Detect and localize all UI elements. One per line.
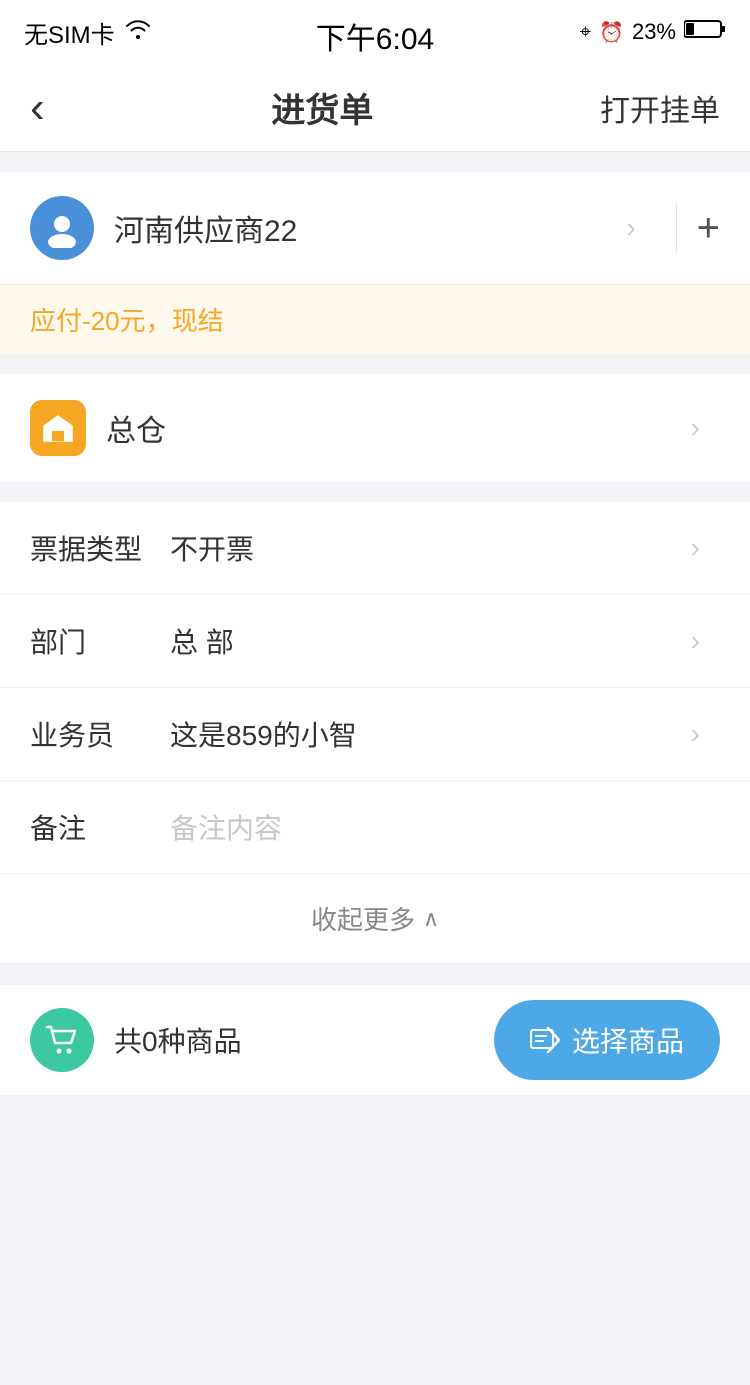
status-bar: 无SIM卡 下午6:04 ⌖ ⏰ 23%: [0, 0, 750, 64]
remark-input[interactable]: 备注内容: [170, 807, 720, 847]
department-row[interactable]: 部门 总 部 ›: [0, 594, 750, 687]
add-supplier-button[interactable]: +: [697, 208, 720, 248]
divider: [676, 203, 677, 253]
supplier-row[interactable]: 河南供应商22 › +: [0, 172, 750, 284]
invoice-value: 不开票: [170, 528, 691, 568]
bottom-bar: 共0种商品 选择商品: [0, 985, 750, 1095]
form-card: 票据类型 不开票 › 部门 总 部 › 业务员 这是859的小智 › 备注 备注…: [0, 502, 750, 963]
battery-percent: 23%: [632, 19, 676, 45]
supplier-notice: 应付-20元，现结: [0, 284, 750, 354]
section-gap-3: [0, 482, 750, 502]
warehouse-card: 总仓 ›: [0, 374, 750, 482]
nav-bar: ‹ 进货单 打开挂单: [0, 64, 750, 152]
status-left: 无SIM卡: [24, 15, 151, 50]
remark-row[interactable]: 备注 备注内容: [0, 780, 750, 873]
warehouse-name: 总仓: [106, 406, 691, 450]
supplier-chevron-icon: ›: [626, 212, 635, 244]
department-label: 部门: [30, 621, 170, 661]
carrier-label: 无SIM卡: [24, 15, 115, 50]
department-chevron-icon: ›: [691, 625, 700, 657]
alarm-icon: ⏰: [599, 20, 624, 45]
select-product-label: 选择商品: [572, 1020, 684, 1060]
invoice-chevron-icon: ›: [691, 532, 700, 564]
status-right: ⌖ ⏰ 23%: [580, 18, 726, 46]
section-gap-2: [0, 354, 750, 374]
supplier-avatar: [30, 196, 94, 260]
battery-icon: [684, 18, 726, 46]
supplier-name: 河南供应商22: [114, 206, 626, 250]
collapse-button[interactable]: 收起更多 ∧: [0, 873, 750, 963]
select-product-icon: [530, 1027, 560, 1053]
salesman-chevron-icon: ›: [691, 718, 700, 750]
collapse-arrow-icon: ∧: [423, 906, 439, 932]
warehouse-chevron-icon: ›: [691, 412, 700, 444]
section-gap-1: [0, 152, 750, 172]
warehouse-row[interactable]: 总仓 ›: [0, 374, 750, 482]
remark-label: 备注: [30, 807, 170, 847]
warehouse-icon: [30, 400, 86, 456]
department-value: 总 部: [170, 621, 691, 661]
page-title: 进货单: [271, 83, 373, 132]
wifi-icon: [125, 18, 151, 46]
invoice-type-row[interactable]: 票据类型 不开票 ›: [0, 502, 750, 594]
collapse-label: 收起更多: [311, 900, 415, 937]
supplier-card: 河南供应商22 › + 应付-20元，现结: [0, 172, 750, 354]
salesman-value: 这是859的小智: [170, 714, 691, 754]
salesman-row[interactable]: 业务员 这是859的小智 ›: [0, 687, 750, 780]
background-fill: [0, 1095, 750, 1385]
salesman-label: 业务员: [30, 714, 170, 754]
location-icon: ⌖: [580, 21, 591, 44]
cart-icon-wrap: [30, 1008, 94, 1072]
open-pending-button[interactable]: 打开挂单: [600, 86, 720, 130]
section-gap-4: [0, 963, 750, 983]
status-time: 下午6:04: [316, 14, 434, 58]
back-button[interactable]: ‹: [30, 86, 45, 130]
product-count: 共0种商品: [114, 1020, 494, 1060]
invoice-label: 票据类型: [30, 528, 170, 568]
select-product-button[interactable]: 选择商品: [494, 1000, 720, 1080]
